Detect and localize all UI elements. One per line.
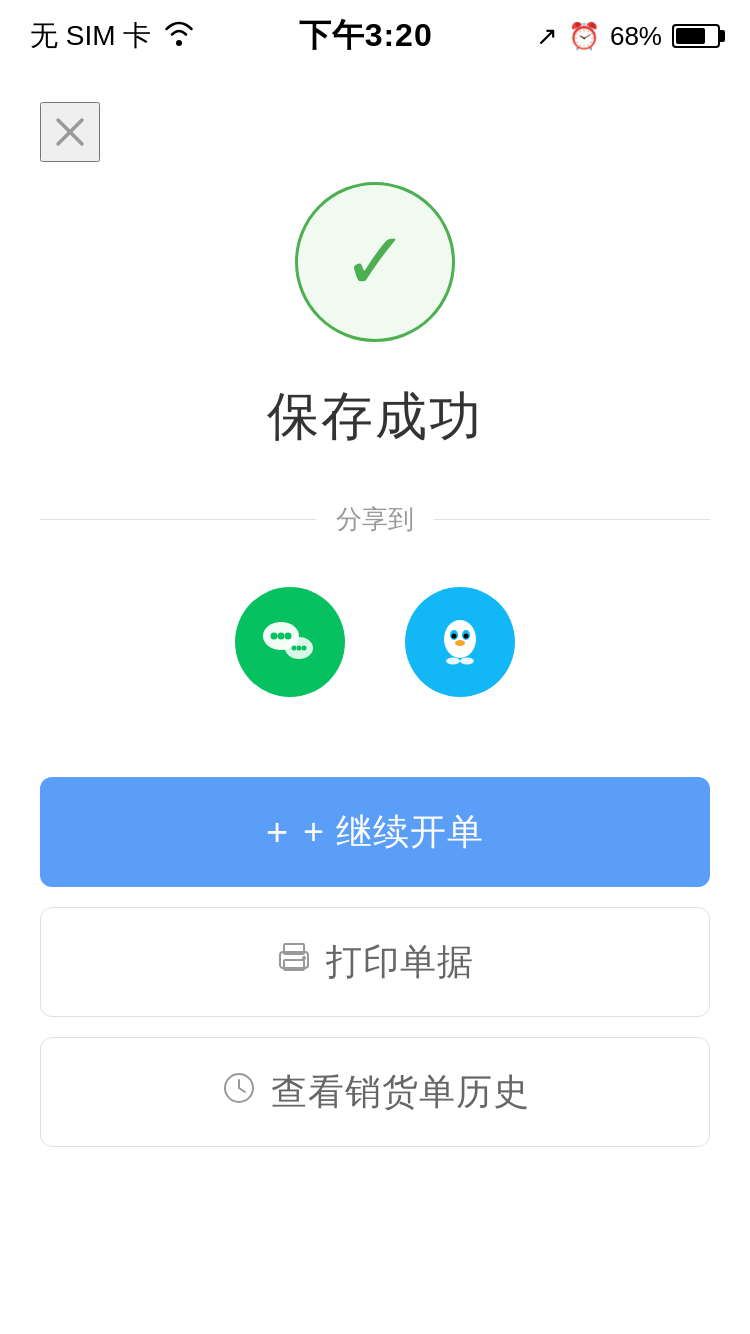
status-indicators: ↗ ⏰ 68% bbox=[536, 21, 720, 52]
svg-point-16 bbox=[446, 658, 460, 665]
continue-plus-icon: + bbox=[266, 811, 289, 854]
svg-point-9 bbox=[302, 646, 307, 651]
alarm-icon: ⏰ bbox=[568, 21, 600, 52]
svg-point-15 bbox=[455, 640, 465, 646]
svg-point-12 bbox=[452, 634, 457, 639]
history-button[interactable]: 查看销货单历史 bbox=[40, 1037, 710, 1147]
status-bar: 无 SIM 卡 下午3:20 ↗ ⏰ 68% bbox=[0, 0, 750, 72]
divider-right bbox=[434, 519, 710, 520]
print-label: 打印单据 bbox=[326, 938, 474, 987]
continue-label: + 继续开单 bbox=[303, 808, 484, 857]
status-time: 下午3:20 bbox=[299, 14, 433, 58]
main-content: ✓ 保存成功 分享到 bbox=[0, 72, 750, 1147]
svg-point-10 bbox=[444, 620, 476, 658]
svg-point-14 bbox=[464, 634, 469, 639]
print-button[interactable]: 打印单据 bbox=[40, 907, 710, 1017]
share-row bbox=[40, 587, 710, 697]
status-carrier: 无 SIM 卡 bbox=[30, 17, 195, 55]
continue-button[interactable]: + + 继续开单 bbox=[40, 777, 710, 887]
location-icon: ↗ bbox=[536, 21, 558, 52]
battery-icon bbox=[672, 24, 720, 48]
battery-percent: 68% bbox=[610, 21, 662, 52]
svg-point-5 bbox=[285, 633, 292, 640]
success-circle: ✓ bbox=[295, 182, 455, 342]
svg-point-4 bbox=[278, 633, 285, 640]
svg-point-17 bbox=[460, 658, 474, 665]
close-button[interactable] bbox=[40, 102, 100, 162]
history-icon bbox=[221, 1070, 257, 1115]
svg-point-7 bbox=[292, 646, 297, 651]
svg-point-3 bbox=[271, 633, 278, 640]
print-icon bbox=[276, 941, 312, 983]
share-wechat-button[interactable] bbox=[235, 587, 345, 697]
svg-point-21 bbox=[302, 956, 306, 960]
share-label: 分享到 bbox=[336, 502, 414, 537]
action-buttons: + + 继续开单 打印单据 bbox=[40, 777, 710, 1147]
svg-line-24 bbox=[239, 1088, 245, 1092]
divider-left bbox=[40, 519, 316, 520]
share-divider-row: 分享到 bbox=[40, 502, 710, 537]
checkmark-icon: ✓ bbox=[342, 222, 409, 302]
svg-point-8 bbox=[297, 646, 302, 651]
success-title: 保存成功 bbox=[267, 382, 483, 452]
share-qq-button[interactable] bbox=[405, 587, 515, 697]
wifi-icon bbox=[163, 20, 195, 53]
history-label: 查看销货单历史 bbox=[271, 1068, 530, 1117]
carrier-text: 无 SIM 卡 bbox=[30, 17, 151, 55]
